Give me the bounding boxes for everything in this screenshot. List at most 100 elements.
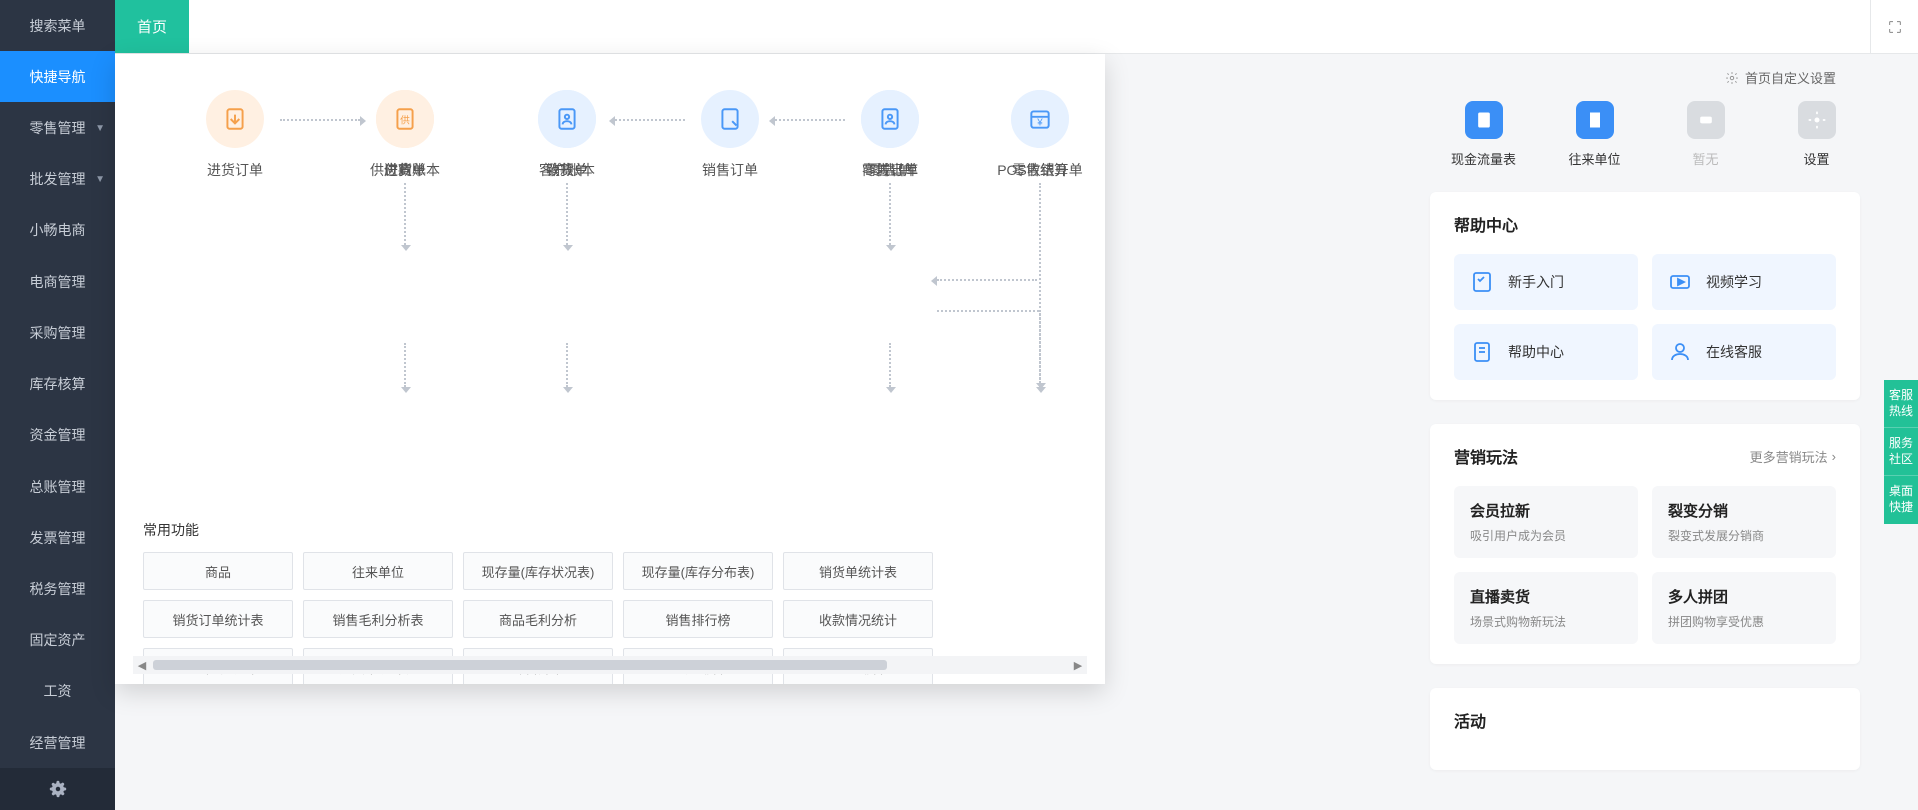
sidebar-item-xiaochang[interactable]: 小畅电商 <box>0 205 115 256</box>
flow-node-retail-out[interactable]: 零售出库 <box>840 90 940 180</box>
sidebar-item-assets[interactable]: 固定资产 <box>0 615 115 666</box>
flow-arrow <box>566 343 568 387</box>
sidebar-item-purchase[interactable]: 采购管理 <box>0 307 115 358</box>
flow-arrow <box>889 183 891 245</box>
doc-icon <box>717 106 743 132</box>
flow-arrow <box>937 310 1039 312</box>
marketing-title: 营销玩法 <box>1454 444 1518 468</box>
fn-btn-2[interactable]: 现存量(库存状况表) <box>463 552 613 590</box>
float-hotline[interactable]: 客服热线 <box>1884 380 1918 428</box>
sidebar-item-operation[interactable]: 经营管理 <box>0 717 115 768</box>
fn-btn-0[interactable]: 商品 <box>143 552 293 590</box>
fn-btn-5[interactable]: 销货订单统计表 <box>143 600 293 638</box>
mktg-tile-group[interactable]: 多人拼团拼团购物享受优惠 <box>1652 572 1836 644</box>
fn-btn-8[interactable]: 销售排行榜 <box>623 600 773 638</box>
fn-btn-7[interactable]: 商品毛利分析 <box>463 600 613 638</box>
book-icon: 供 <box>392 106 418 132</box>
checklist-icon <box>1470 270 1494 294</box>
sidebar: 搜索菜单 快捷导航 零售管理▼ 批发管理▼ 小畅电商 电商管理 采购管理 库存核… <box>0 0 115 810</box>
topbar: 首页 <box>115 0 1918 54</box>
float-community[interactable]: 服务社区 <box>1884 428 1918 476</box>
chevron-down-icon: ▼ <box>95 174 105 185</box>
flow-arrow <box>615 119 685 121</box>
mktg-tile-fission[interactable]: 裂变分销裂变式发展分销商 <box>1652 486 1836 558</box>
marketing-more-link[interactable]: 更多营销玩法 › <box>1750 447 1836 466</box>
svg-text:供: 供 <box>400 113 410 126</box>
fullscreen-button[interactable] <box>1870 0 1918 53</box>
marketing-card: 营销玩法 更多营销玩法 › 会员拉新吸引用户成为会员 裂变分销裂变式发展分销商 … <box>1430 424 1860 664</box>
sidebar-item-search[interactable]: 搜索菜单 <box>0 0 115 51</box>
flow-node-purchase-order[interactable]: 进货订单 <box>185 90 285 180</box>
flow-node-supplier-ledger[interactable]: 供供应商账本 <box>355 90 455 180</box>
chevron-down-icon: ▼ <box>95 123 105 134</box>
fn-btn-3[interactable]: 现存量(库存分布表) <box>623 552 773 590</box>
sidebar-item-retail[interactable]: 零售管理▼ <box>0 102 115 153</box>
scroll-left-button[interactable]: ◀ <box>133 656 151 674</box>
sidebar-item-funds[interactable]: 资金管理 <box>0 410 115 461</box>
fn-btn-4[interactable]: 销货单统计表 <box>783 552 933 590</box>
flow-node-sales-order[interactable]: 销售订单 <box>680 90 780 180</box>
flow-arrow <box>775 119 845 121</box>
scroll-right-button[interactable]: ▶ <box>1069 656 1087 674</box>
flow-arrow <box>404 343 406 387</box>
chevron-right-icon: › <box>1832 449 1836 464</box>
flow-arrow <box>404 183 406 245</box>
float-desktop[interactable]: 桌面快捷 <box>1884 476 1918 523</box>
svg-text:¥: ¥ <box>1036 118 1043 129</box>
sidebar-item-salary[interactable]: 工资 <box>0 666 115 717</box>
sidebar-settings-button[interactable] <box>0 768 115 810</box>
help-tile-support[interactable]: 在线客服 <box>1652 324 1836 380</box>
help-center-card: 帮助中心 新手入门 视频学习 帮助中心 在线客服 <box>1430 192 1860 400</box>
activity-title: 活动 <box>1454 708 1486 732</box>
tab-home[interactable]: 首页 <box>115 0 189 53</box>
sidebar-item-inventory[interactable]: 库存核算 <box>0 359 115 410</box>
horizontal-scrollbar[interactable]: ◀ ▶ <box>133 656 1087 674</box>
flow-diagram: 进货订单 进货单 销货单 销售订单 商城订单 POS收银开单 ¥付款单 ¥收款单… <box>125 90 1085 520</box>
flow-node-customer-ledger[interactable]: 客户账本 <box>517 90 617 180</box>
sidebar-item-wholesale[interactable]: 批发管理▼ <box>0 154 115 205</box>
fn-btn-6[interactable]: 销售毛利分析表 <box>303 600 453 638</box>
scrollbar-thumb[interactable] <box>153 660 887 670</box>
flow-arrow <box>1039 310 1041 387</box>
help-tile-video[interactable]: 视频学习 <box>1652 254 1836 310</box>
video-icon <box>1668 270 1692 294</box>
user-doc-icon <box>877 106 903 132</box>
shortcut-cashflow[interactable]: 现金流量表 <box>1440 101 1527 168</box>
home-right-column: 首页自定义设置 现金流量表 往来单位 暂无 设置 帮助中心 新手入门 视频学习 … <box>1430 60 1860 770</box>
homepage-custom-settings[interactable]: 首页自定义设置 <box>1430 60 1860 101</box>
common-functions-title: 常用功能 <box>143 520 1077 540</box>
flow-arrow <box>889 343 891 387</box>
sidebar-item-tax[interactable]: 税务管理 <box>0 563 115 614</box>
mktg-tile-member[interactable]: 会员拉新吸引用户成为会员 <box>1454 486 1638 558</box>
quicknav-flyout: 进货订单 进货单 销货单 销售订单 商城订单 POS收银开单 ¥付款单 ¥收款单… <box>115 54 1105 684</box>
shortcut-contacts[interactable]: 往来单位 <box>1551 101 1638 168</box>
fn-btn-9[interactable]: 收款情况统计 <box>783 600 933 638</box>
sidebar-item-quicknav[interactable]: 快捷导航 <box>0 51 115 102</box>
placeholder-icon <box>1687 101 1725 139</box>
sidebar-item-ecommerce[interactable]: 电商管理 <box>0 256 115 307</box>
user-doc-icon <box>554 106 580 132</box>
gear-icon <box>1725 71 1739 85</box>
sidebar-item-invoice[interactable]: 发票管理 <box>0 512 115 563</box>
fullscreen-icon <box>1887 19 1903 35</box>
sidebar-item-ledger[interactable]: 总账管理 <box>0 461 115 512</box>
doc-in-icon <box>222 106 248 132</box>
calendar-yen-icon: ¥ <box>1027 106 1053 132</box>
help-tile-newbie[interactable]: 新手入门 <box>1454 254 1638 310</box>
building-icon <box>1576 101 1614 139</box>
flow-arrow <box>280 119 360 121</box>
shortcut-settings[interactable]: 设置 <box>1773 101 1860 168</box>
help-tile-center[interactable]: 帮助中心 <box>1454 324 1638 380</box>
flow-arrow <box>937 279 1037 281</box>
mktg-tile-live[interactable]: 直播卖货场景式购物新玩法 <box>1454 572 1638 644</box>
scrollbar-track[interactable] <box>151 658 1069 672</box>
flow-arrow <box>566 183 568 245</box>
help-center-title: 帮助中心 <box>1454 212 1518 236</box>
fn-btn-1[interactable]: 往来单位 <box>303 552 453 590</box>
gear-icon <box>1798 101 1836 139</box>
shortcut-empty[interactable]: 暂无 <box>1662 101 1749 168</box>
gear-icon <box>49 780 67 798</box>
flow-node-retail-settle[interactable]: ¥零售结算 <box>990 90 1090 180</box>
float-buttons: 客服热线 服务社区 桌面快捷 <box>1884 380 1918 524</box>
headset-icon <box>1668 340 1692 364</box>
